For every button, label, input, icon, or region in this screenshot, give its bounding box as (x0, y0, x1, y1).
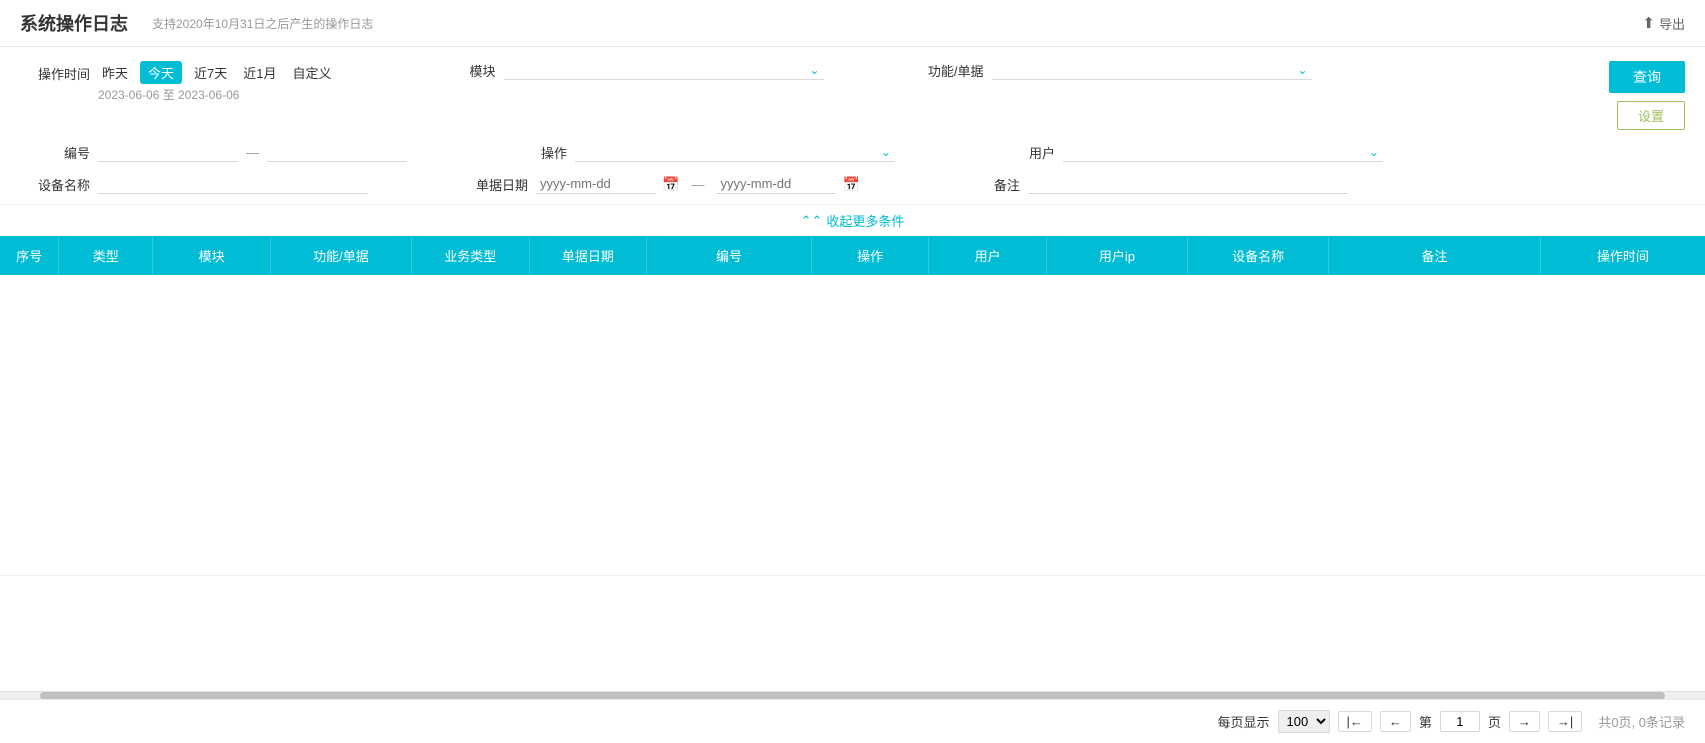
col-biztype: 业务类型 (412, 236, 530, 275)
page-header: 系统操作日志 支持2020年10月31日之后产生的操作日志 ⬆ 导出 (0, 0, 1705, 47)
col-user: 用户 (929, 236, 1047, 275)
page-subtitle: 支持2020年10月31日之后产生的操作日志 (152, 15, 373, 32)
user-label: 用户 (965, 143, 1055, 162)
page-wrapper: 系统操作日志 支持2020年10月31日之后产生的操作日志 ⬆ 导出 操作时间 … (0, 0, 1705, 743)
action-buttons: 查询 设置 (1609, 61, 1685, 130)
time-buttons: 昨天 今天 近7天 近1月 自定义 (98, 61, 336, 84)
last-page-button[interactable]: →| (1548, 711, 1582, 732)
collapse-bar: ⌃⌃ 收起更多条件 (0, 204, 1705, 236)
remark-field-group: 备注 (930, 174, 1348, 194)
function-dropdown[interactable]: ⌄ (992, 61, 1312, 80)
col-docdate: 单据日期 (529, 236, 647, 275)
user-dropdown-arrow: ⌄ (1369, 145, 1379, 159)
export-button[interactable]: ⬆ 导出 (1642, 14, 1685, 33)
time-btn-yesterday[interactable]: 昨天 (98, 62, 132, 83)
operation-dropdown-arrow: ⌄ (881, 145, 891, 159)
remark-label: 备注 (930, 175, 1020, 194)
serial-field-group: 编号 — (20, 142, 407, 162)
col-module: 模块 (153, 236, 271, 275)
module-field-group: 模块 ⌄ (426, 61, 824, 80)
prev-page-button[interactable]: ← (1380, 711, 1411, 732)
page-number-input[interactable]: 1 (1440, 711, 1480, 732)
col-function: 功能/单据 (270, 236, 411, 275)
empty-cell (0, 275, 1705, 575)
col-device: 设备名称 (1188, 236, 1329, 275)
collapse-label: 收起更多条件 (826, 211, 904, 230)
docdate-field-group: 单据日期 📅 — 📅 (458, 174, 860, 194)
calendar-icon-end[interactable]: 📅 (842, 176, 859, 193)
col-serial: 序号 (0, 236, 59, 275)
time-btn-today[interactable]: 今天 (140, 61, 182, 84)
scrollbar-area[interactable] (0, 691, 1705, 699)
page-title: 系统操作日志 (20, 10, 128, 36)
device-label: 设备名称 (20, 175, 90, 194)
operation-field-group: 操作 ⌄ (497, 143, 895, 162)
col-remark: 备注 (1329, 236, 1541, 275)
device-input[interactable] (98, 174, 368, 194)
data-table: 序号 类型 模块 功能/单据 业务类型 单据日期 编号 操作 用户 用户ip 设… (0, 236, 1705, 576)
time-label: 操作时间 (20, 61, 90, 83)
page-unit: 页 (1488, 712, 1501, 731)
calendar-icon-start[interactable]: 📅 (662, 176, 679, 193)
operation-dropdown[interactable]: ⌄ (575, 143, 895, 162)
docdate-start-input[interactable] (536, 174, 656, 194)
time-btn-1month[interactable]: 近1月 (239, 62, 280, 83)
docdate-label: 单据日期 (458, 175, 528, 194)
settings-button[interactable]: 设置 (1617, 101, 1685, 130)
time-filter-group: 操作时间 昨天 今天 近7天 近1月 自定义 2023-06-06 至 2023… (20, 61, 336, 103)
total-info: 共0页, 0条记录 (1598, 712, 1685, 731)
function-field-group: 功能/单据 ⌄ (894, 61, 1312, 80)
page-size-select[interactable]: 100 50 200 (1278, 710, 1330, 733)
docdate-end-input[interactable] (716, 174, 836, 194)
col-number: 编号 (647, 236, 812, 275)
page-label: 第 (1419, 712, 1432, 731)
filter-row-2: 编号 — 操作 ⌄ 用户 ⌄ (0, 130, 1705, 162)
user-field-group: 用户 ⌄ (965, 143, 1383, 162)
first-page-button[interactable]: |← (1338, 711, 1372, 732)
col-optime: 操作时间 (1540, 236, 1705, 275)
next-page-button[interactable]: → (1509, 711, 1540, 732)
function-label: 功能/单据 (894, 61, 984, 80)
function-dropdown-arrow: ⌄ (1297, 63, 1307, 77)
user-dropdown[interactable]: ⌄ (1063, 143, 1383, 162)
time-range-text: 2023-06-06 至 2023-06-06 (98, 86, 336, 103)
table-wrapper: 序号 类型 模块 功能/单据 业务类型 单据日期 编号 操作 用户 用户ip 设… (0, 236, 1705, 691)
module-dropdown-arrow: ⌄ (809, 63, 819, 77)
collapse-icon: ⌃⌃ (801, 213, 823, 229)
time-options-group: 昨天 今天 近7天 近1月 自定义 2023-06-06 至 2023-06-0… (98, 61, 336, 103)
serial-input-start[interactable] (98, 142, 238, 162)
table-header-row: 序号 类型 模块 功能/单据 业务类型 单据日期 编号 操作 用户 用户ip 设… (0, 236, 1705, 275)
collapse-button[interactable]: ⌃⌃ 收起更多条件 (801, 211, 905, 230)
module-label: 模块 (426, 61, 496, 80)
table-body (0, 275, 1705, 575)
filter-section: 操作时间 昨天 今天 近7天 近1月 自定义 2023-06-06 至 2023… (0, 47, 1705, 236)
serial-label: 编号 (20, 143, 90, 162)
col-userip: 用户ip (1046, 236, 1187, 275)
time-btn-7days[interactable]: 近7天 (190, 62, 231, 83)
col-type: 类型 (59, 236, 153, 275)
device-field-group: 设备名称 (20, 174, 368, 194)
export-icon: ⬆ (1642, 14, 1655, 32)
empty-row (0, 275, 1705, 575)
docdate-input-group: 📅 — 📅 (536, 174, 860, 194)
filter-row-1: 操作时间 昨天 今天 近7天 近1月 自定义 2023-06-06 至 2023… (0, 47, 1705, 130)
time-btn-custom[interactable]: 自定义 (289, 62, 336, 83)
serial-dash: — (246, 145, 259, 160)
page-size-label: 每页显示 (1217, 712, 1269, 731)
pagination-bar: 每页显示 100 50 200 |← ← 第 1 页 → →| 共0页, 0条记… (0, 699, 1705, 743)
docdate-dash: — (691, 177, 704, 192)
serial-input-end[interactable] (267, 142, 407, 162)
operation-label: 操作 (497, 143, 567, 162)
filter-row-3: 设备名称 单据日期 📅 — 📅 备注 (0, 162, 1705, 204)
remark-input[interactable] (1028, 174, 1348, 194)
query-button[interactable]: 查询 (1609, 61, 1685, 93)
export-label: 导出 (1659, 14, 1685, 33)
module-dropdown[interactable]: ⌄ (504, 61, 824, 80)
col-operation: 操作 (811, 236, 929, 275)
